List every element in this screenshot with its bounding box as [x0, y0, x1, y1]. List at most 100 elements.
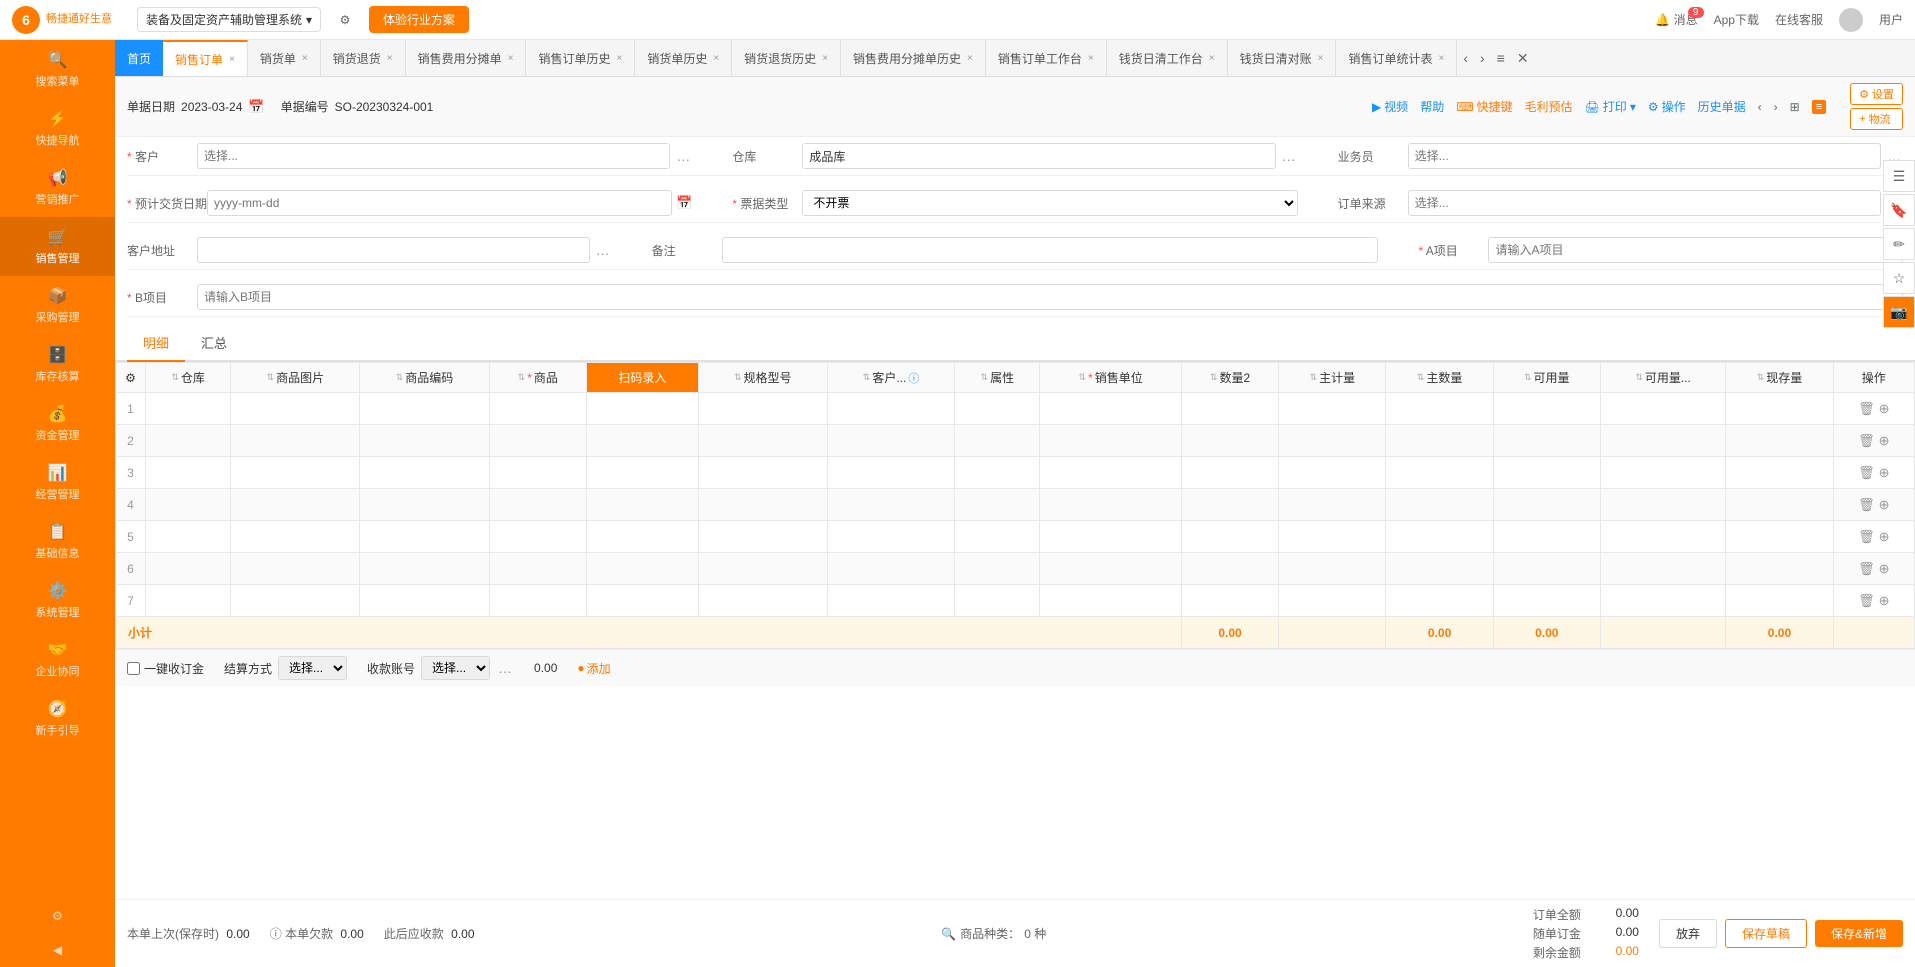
- warehouse-more-btn[interactable]: …: [1280, 148, 1298, 164]
- sidebar-item-quick-nav[interactable]: ⚡ 快捷导航: [0, 99, 115, 158]
- tab-sales-order[interactable]: 销售订单 ×: [163, 40, 248, 76]
- sidebar-item-inventory[interactable]: 🗄️ 库存核算: [0, 335, 115, 394]
- tab-close-all-btn[interactable]: ✕: [1511, 40, 1535, 76]
- close-icon[interactable]: ×: [616, 53, 622, 64]
- sidebar-item-finance[interactable]: 💰 资金管理: [0, 394, 115, 453]
- tab-sales-return-history[interactable]: 销货单历史 ×: [635, 40, 732, 76]
- copy-icon[interactable]: ⊕: [1879, 433, 1890, 449]
- close-icon[interactable]: ×: [1088, 53, 1094, 64]
- copy-icon[interactable]: ⊕: [1879, 401, 1890, 417]
- tab-sales-fee-split[interactable]: 销售费用分摊单 ×: [406, 40, 527, 76]
- close-icon[interactable]: ×: [713, 53, 719, 64]
- customer-more-btn[interactable]: …: [674, 148, 692, 164]
- side-action-4[interactable]: ☆: [1883, 262, 1915, 294]
- close-icon[interactable]: ×: [1209, 53, 1215, 64]
- a-project-input[interactable]: [1488, 237, 1903, 263]
- table-settings-icon[interactable]: ⚙: [125, 371, 136, 385]
- sidebar-item-basic[interactable]: 📋 基础信息: [0, 512, 115, 571]
- delete-icon[interactable]: 🗑: [1858, 401, 1875, 417]
- sidebar-item-enterprise[interactable]: 🤝 企业协同: [0, 630, 115, 689]
- close-icon[interactable]: ×: [302, 53, 308, 64]
- notification-area[interactable]: 🔔 9 消息: [1655, 11, 1697, 28]
- sidebar-item-guide[interactable]: 🧭 新手引导: [0, 689, 115, 748]
- help-link[interactable]: 帮助: [1420, 98, 1444, 115]
- copy-icon[interactable]: ⊕: [1879, 561, 1890, 577]
- tab-cash-reconcile[interactable]: 钱货日清对账 ×: [1228, 40, 1337, 76]
- online-service-link[interactable]: 在线客服: [1775, 11, 1823, 28]
- quick-payment-label[interactable]: 一键收订金: [127, 660, 204, 677]
- tab-sales-stats[interactable]: 销售订单统计表 ×: [1336, 40, 1457, 76]
- customer-addr-input[interactable]: [197, 237, 590, 263]
- profit-link[interactable]: 毛利预估: [1525, 98, 1573, 115]
- close-icon[interactable]: ×: [1438, 53, 1444, 64]
- tab-sales-return[interactable]: 销货单 ×: [248, 40, 321, 76]
- view-link[interactable]: ▶ 视频: [1372, 98, 1408, 115]
- delete-icon[interactable]: 🗑: [1858, 593, 1875, 609]
- nav-prev-icon[interactable]: ‹: [1758, 100, 1762, 114]
- delete-icon[interactable]: 🗑: [1858, 529, 1875, 545]
- add-link[interactable]: ● 添加: [577, 660, 610, 677]
- app-download-link[interactable]: App下载: [1714, 11, 1759, 28]
- operations-link[interactable]: ⚙ 操作: [1648, 98, 1686, 115]
- tab-cash-clear-workbench[interactable]: 钱货日清工作台 ×: [1107, 40, 1228, 76]
- staff-input[interactable]: [1408, 143, 1881, 169]
- user-name[interactable]: 用户: [1879, 11, 1903, 28]
- logistics-btn[interactable]: + 物流: [1850, 108, 1903, 130]
- tab-sales-refund[interactable]: 销货退货 ×: [321, 40, 406, 76]
- close-icon[interactable]: ×: [387, 53, 393, 64]
- copy-icon[interactable]: ⊕: [1879, 497, 1890, 513]
- settings-icon[interactable]: ⚙: [331, 6, 359, 34]
- tab-home[interactable]: 首页: [115, 40, 163, 76]
- order-source-input[interactable]: [1408, 190, 1881, 216]
- print-link[interactable]: 🖨 打印 ▾: [1585, 98, 1636, 115]
- setup-btn[interactable]: ⚙ 设置: [1850, 83, 1903, 105]
- quick-payment-checkbox[interactable]: [127, 662, 140, 675]
- close-icon[interactable]: ×: [967, 53, 973, 64]
- industry-btn[interactable]: 体验行业方案: [369, 6, 469, 33]
- sidebar-item-sales[interactable]: 🛒 销售管理: [0, 217, 115, 276]
- invoice-type-select[interactable]: 不开票 增值税普通发票 增值税专用发票: [802, 190, 1297, 216]
- tab-sales-workbench[interactable]: 销售订单工作台 ×: [986, 40, 1107, 76]
- customer-addr-more-btn[interactable]: …: [594, 242, 612, 258]
- sidebar-item-purchase[interactable]: 📦 采购管理: [0, 276, 115, 335]
- calendar-icon[interactable]: 📅: [248, 99, 264, 115]
- sidebar-item-marketing[interactable]: 📢 营销推广: [0, 158, 115, 217]
- receipt-more-btn[interactable]: …: [496, 660, 514, 676]
- save-new-button[interactable]: 保存&新增: [1815, 920, 1903, 947]
- delete-icon[interactable]: 🗑: [1858, 497, 1875, 513]
- warehouse-input[interactable]: [802, 143, 1275, 169]
- delivery-calendar-icon[interactable]: 📅: [676, 195, 692, 211]
- sidebar-item-operations[interactable]: 📊 经营管理: [0, 453, 115, 512]
- receipt-no-select[interactable]: 选择...: [421, 656, 490, 680]
- th-settings[interactable]: ⚙: [116, 363, 146, 393]
- close-icon[interactable]: ×: [508, 53, 514, 64]
- delivery-date-input[interactable]: [207, 190, 672, 216]
- tab-menu-btn[interactable]: ≡: [1491, 40, 1511, 76]
- copy-icon[interactable]: ⊕: [1879, 529, 1890, 545]
- system-selector[interactable]: 装备及固定资产辅助管理系统 ▾: [137, 7, 321, 32]
- tab-sales-order-history[interactable]: 销售订单历史 ×: [526, 40, 635, 76]
- b-project-input[interactable]: [197, 284, 1903, 310]
- close-icon[interactable]: ×: [822, 53, 828, 64]
- sidebar-item-search[interactable]: 🔍 搜索菜单: [0, 40, 115, 99]
- side-action-5[interactable]: 📷: [1883, 296, 1915, 328]
- side-action-3[interactable]: ✏: [1883, 228, 1915, 260]
- history-link[interactable]: 历史单据: [1698, 98, 1746, 115]
- sidebar-settings-btn[interactable]: ⚙: [0, 899, 115, 933]
- nav-next-icon[interactable]: ›: [1774, 100, 1778, 114]
- tab-summary[interactable]: 汇总: [185, 325, 243, 360]
- delete-icon[interactable]: 🗑: [1858, 465, 1875, 481]
- discard-button[interactable]: 放弃: [1659, 919, 1717, 948]
- sidebar-item-system[interactable]: ⚙️ 系统管理: [0, 571, 115, 630]
- shortcut-link[interactable]: ⌨ 快捷键: [1456, 98, 1512, 115]
- remark-input[interactable]: [722, 237, 1379, 263]
- customer-input[interactable]: [197, 143, 670, 169]
- grid-view-icon[interactable]: ⊞: [1790, 100, 1800, 114]
- list-view-icon[interactable]: ≡: [1812, 100, 1826, 114]
- copy-icon[interactable]: ⊕: [1879, 465, 1890, 481]
- close-icon[interactable]: ×: [1318, 53, 1324, 64]
- tab-sales-fee-split-history[interactable]: 销售费用分摊单历史 ×: [841, 40, 986, 76]
- close-icon[interactable]: ×: [229, 54, 235, 65]
- payment-method-select[interactable]: 选择...: [278, 656, 347, 680]
- tab-sales-refund-history[interactable]: 销货退货历史 ×: [732, 40, 841, 76]
